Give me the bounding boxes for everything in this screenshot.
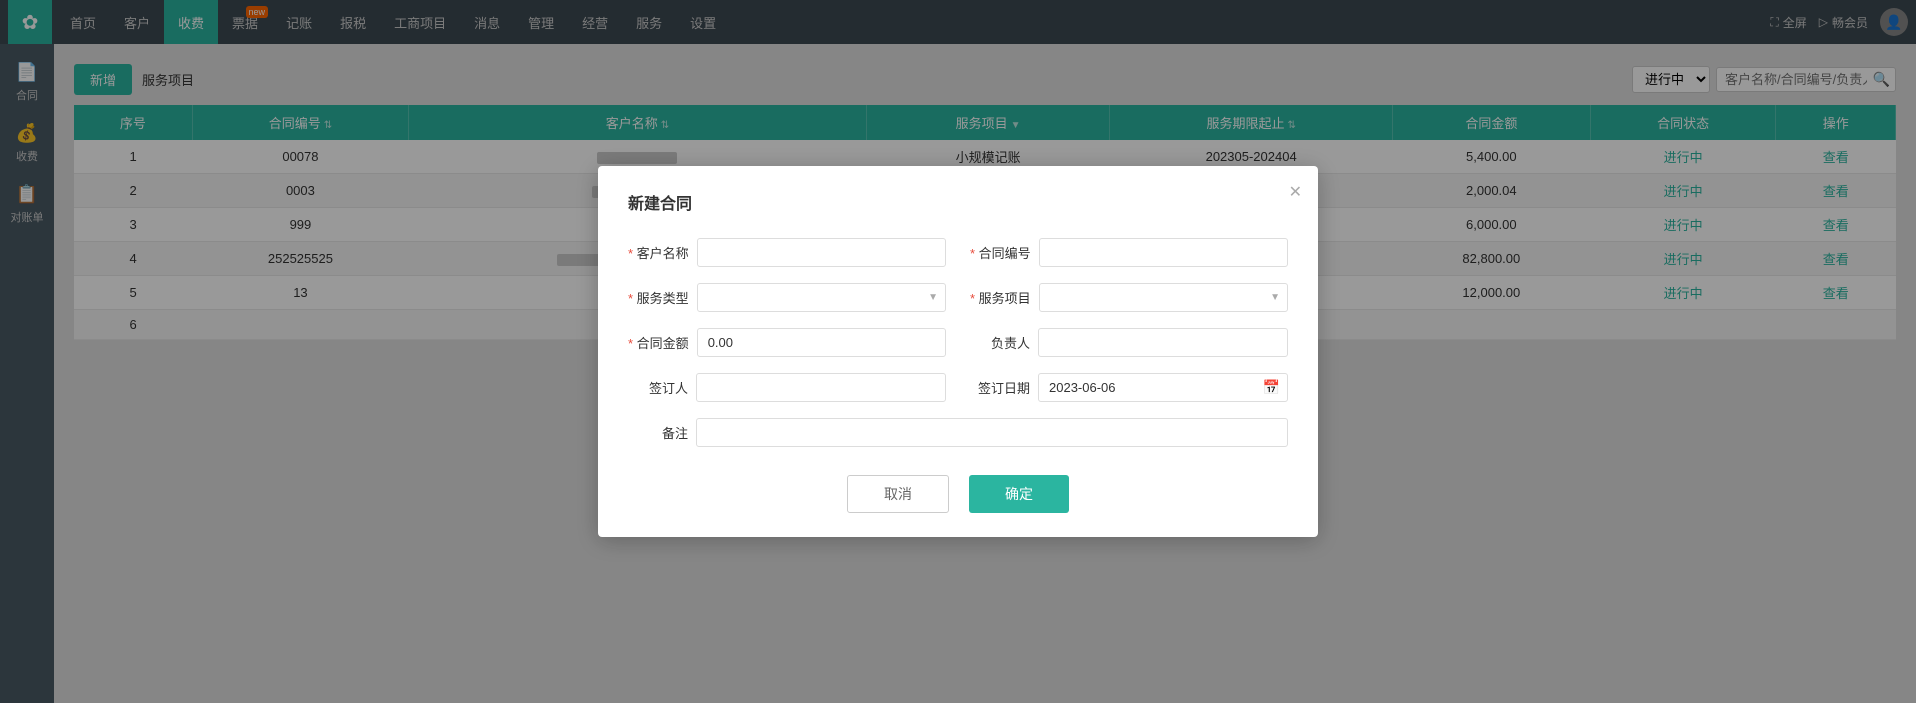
sign-date-label: 签订日期 bbox=[970, 378, 1030, 397]
responsible-input[interactable] bbox=[1038, 328, 1288, 357]
service-type-wrap: ▼ bbox=[697, 283, 946, 312]
contract-amount-input[interactable] bbox=[697, 328, 946, 357]
form-row-responsible: 负责人 bbox=[970, 328, 1288, 357]
service-item-label: 服务项目 bbox=[970, 288, 1031, 307]
responsible-label: 负责人 bbox=[970, 333, 1030, 352]
service-type-select[interactable] bbox=[697, 283, 946, 312]
form-row-contract-no: 合同编号 bbox=[970, 238, 1288, 267]
signer-label: 签订人 bbox=[628, 378, 688, 397]
service-item-select[interactable] bbox=[1039, 283, 1288, 312]
form-row-amount: 合同金额 bbox=[628, 328, 946, 357]
form-row-sign-date: 签订日期 📅 bbox=[970, 373, 1288, 402]
customer-name-label: 客户名称 bbox=[628, 243, 689, 262]
signer-input[interactable] bbox=[696, 373, 946, 402]
dialog: 新建合同 ✕ 客户名称 合同编号 服务类型 bbox=[598, 166, 1318, 537]
contract-no-input[interactable] bbox=[1039, 238, 1288, 267]
dialog-title: 新建合同 bbox=[628, 190, 1288, 214]
contract-no-label: 合同编号 bbox=[970, 243, 1031, 262]
form-row-customer: 客户名称 bbox=[628, 238, 946, 267]
overlay[interactable]: 新建合同 ✕ 客户名称 合同编号 服务类型 bbox=[54, 44, 1916, 703]
content-area: 新增 服务项目 进行中 已完成 已终止 🔍 序号 合同编号⇅ bbox=[54, 44, 1916, 703]
main-layout: 📄 合同 💰 收费 📋 对账单 新增 服务项目 进行中 已完成 已终止 bbox=[0, 44, 1916, 703]
form-row-service-type: 服务类型 ▼ bbox=[628, 283, 946, 312]
dialog-close-button[interactable]: ✕ bbox=[1289, 182, 1302, 202]
remark-input[interactable] bbox=[696, 418, 1288, 447]
contract-amount-label: 合同金额 bbox=[628, 333, 689, 352]
customer-name-input[interactable] bbox=[697, 238, 946, 267]
remark-label: 备注 bbox=[628, 423, 688, 442]
service-item-wrap: ▼ bbox=[1039, 283, 1288, 312]
form-row-service-item: 服务项目 ▼ bbox=[970, 283, 1288, 312]
dialog-footer: 取消 确定 bbox=[628, 475, 1288, 513]
date-input-wrap: 📅 bbox=[1038, 373, 1288, 402]
dialog-form: 客户名称 合同编号 服务类型 ▼ bbox=[628, 238, 1288, 447]
form-row-remark: 备注 bbox=[628, 418, 1288, 447]
cancel-button[interactable]: 取消 bbox=[847, 475, 949, 513]
confirm-button[interactable]: 确定 bbox=[969, 475, 1069, 513]
sign-date-input[interactable] bbox=[1038, 373, 1288, 402]
form-row-signer: 签订人 bbox=[628, 373, 946, 402]
service-type-label: 服务类型 bbox=[628, 288, 689, 307]
